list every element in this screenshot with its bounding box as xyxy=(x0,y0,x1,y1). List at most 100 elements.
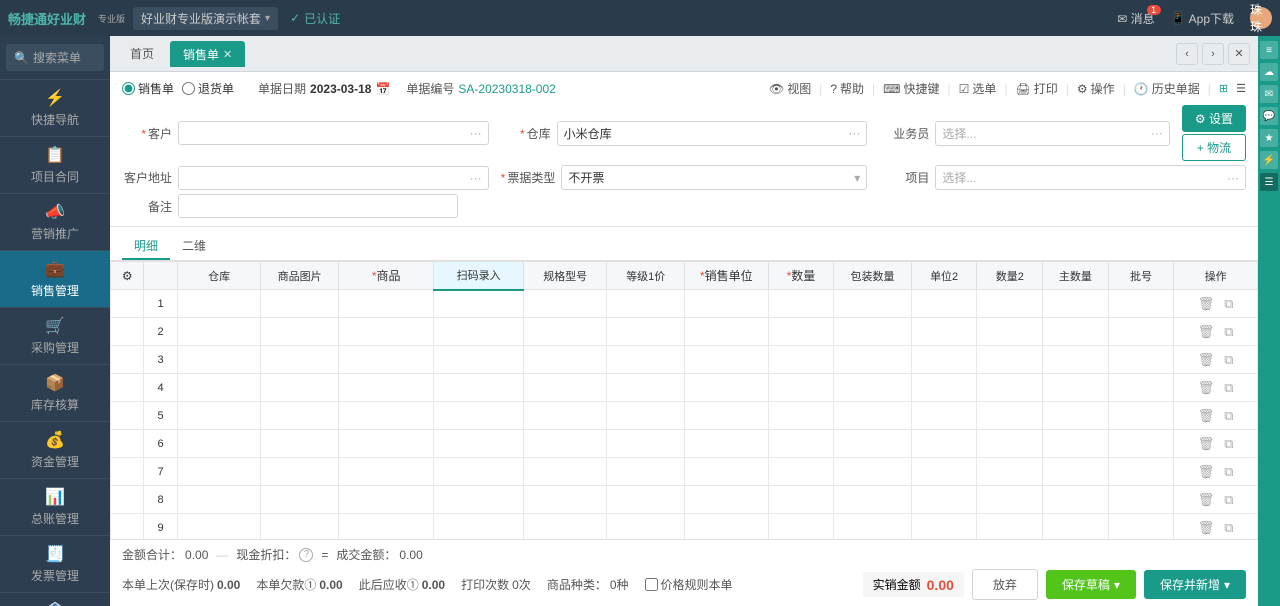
row-delete-button[interactable]: 🗑 xyxy=(1195,519,1218,537)
shortcut-button[interactable]: ⌨ 快捷键 xyxy=(883,80,939,97)
sidebar-item-purchase[interactable]: 🛒 采购管理 xyxy=(0,308,110,365)
row-batch[interactable] xyxy=(1108,458,1174,486)
sidebar-item-marketing[interactable]: 📣 营销推广 xyxy=(0,194,110,251)
right-panel-btn-6[interactable]: ⚡ xyxy=(1260,151,1278,169)
right-panel-btn-4[interactable]: 💬 xyxy=(1260,107,1278,125)
tab-close-button[interactable]: ✕ xyxy=(223,48,232,61)
row-unit2[interactable] xyxy=(911,514,977,540)
row-delete-button[interactable]: 🗑 xyxy=(1195,491,1218,509)
sidebar-item-invoice[interactable]: 🧾 发票管理 xyxy=(0,536,110,593)
row-copy-button[interactable]: ⧉ xyxy=(1221,323,1236,341)
sidebar-item-quick-nav[interactable]: ⚡ 快捷导航 xyxy=(0,80,110,137)
row-qty[interactable] xyxy=(768,346,834,374)
row-price1[interactable] xyxy=(607,458,685,486)
row-scan[interactable] xyxy=(434,430,524,458)
row-scan[interactable] xyxy=(434,318,524,346)
row-batch[interactable] xyxy=(1108,346,1174,374)
row-unit2[interactable] xyxy=(911,402,977,430)
row-qty[interactable] xyxy=(768,402,834,430)
price-check-input[interactable] xyxy=(645,578,658,591)
operation-button[interactable]: ⚙ 操作 xyxy=(1077,80,1115,97)
row-goods[interactable] xyxy=(338,318,433,346)
sidebar-item-project[interactable]: 📋 项目合同 xyxy=(0,137,110,194)
question-icon[interactable]: ? xyxy=(299,548,313,562)
row-copy-button[interactable]: ⧉ xyxy=(1221,491,1236,509)
row-price1[interactable] xyxy=(607,346,685,374)
row-unit2[interactable] xyxy=(911,318,977,346)
sidebar-item-capital[interactable]: 💰 资金管理 xyxy=(0,422,110,479)
row-unit[interactable] xyxy=(685,374,769,402)
save-draft-arrow[interactable]: ▾ xyxy=(1114,578,1120,592)
row-qty[interactable] xyxy=(768,458,834,486)
row-goods[interactable] xyxy=(338,402,433,430)
row-warehouse[interactable] xyxy=(177,514,261,540)
warehouse-input[interactable]: 小米仓库 ··· xyxy=(557,121,868,146)
view-button[interactable]: 👁 视图 xyxy=(769,80,811,97)
row-delete-button[interactable]: 🗑 xyxy=(1195,435,1218,453)
row-price1[interactable] xyxy=(607,374,685,402)
row-spec[interactable] xyxy=(523,318,607,346)
company-selector[interactable]: 好业财专业版演示帐套 ▾ xyxy=(133,7,278,30)
calendar-icon[interactable]: 📅 xyxy=(375,82,390,96)
row-image[interactable] xyxy=(261,374,339,402)
row-copy-button[interactable]: ⧉ xyxy=(1221,435,1236,453)
row-warehouse[interactable] xyxy=(177,374,261,402)
row-batch[interactable] xyxy=(1108,374,1174,402)
row-price1[interactable] xyxy=(607,486,685,514)
row-warehouse[interactable] xyxy=(177,290,261,318)
row-qty2[interactable] xyxy=(977,318,1043,346)
row-copy-button[interactable]: ⧉ xyxy=(1221,519,1236,537)
row-scan[interactable] xyxy=(434,374,524,402)
row-unit[interactable] xyxy=(685,290,769,318)
user-menu[interactable]: 珠珠 xyxy=(1250,7,1272,29)
project-input[interactable]: 选择... ··· xyxy=(935,165,1246,190)
goods-button[interactable]: + 物流 xyxy=(1182,134,1246,161)
row-image[interactable] xyxy=(261,402,339,430)
sidebar-item-tax[interactable]: 🏦 税务管理 xyxy=(0,593,110,606)
row-qty[interactable] xyxy=(768,318,834,346)
remark-input[interactable] xyxy=(178,194,458,218)
grid-view-button[interactable]: ⊞ xyxy=(1219,82,1228,95)
row-copy-button[interactable]: ⧉ xyxy=(1221,295,1236,313)
row-qty2[interactable] xyxy=(977,374,1043,402)
save-new-button[interactable]: 保存并新增 ▾ xyxy=(1144,570,1246,599)
tab-detail[interactable]: 明细 xyxy=(122,233,170,260)
row-image[interactable] xyxy=(261,346,339,374)
save-draft-button[interactable]: 保存草稿 ▾ xyxy=(1046,570,1136,599)
row-unit2[interactable] xyxy=(911,374,977,402)
row-main-qty[interactable] xyxy=(1043,430,1109,458)
row-image[interactable] xyxy=(261,486,339,514)
row-batch[interactable] xyxy=(1108,290,1174,318)
row-warehouse[interactable] xyxy=(177,430,261,458)
row-goods[interactable] xyxy=(338,458,433,486)
radio-sale[interactable]: 销售单 xyxy=(122,80,174,97)
right-panel-btn-2[interactable]: ☁ xyxy=(1260,63,1278,81)
address-input[interactable]: ··· xyxy=(178,166,489,190)
row-unit2[interactable] xyxy=(911,458,977,486)
row-main-qty[interactable] xyxy=(1043,402,1109,430)
right-panel-btn-1[interactable]: ≡ xyxy=(1260,41,1278,59)
row-unit2[interactable] xyxy=(911,486,977,514)
row-unit2[interactable] xyxy=(911,346,977,374)
row-pack-qty[interactable] xyxy=(834,346,912,374)
row-price1[interactable] xyxy=(607,402,685,430)
row-main-qty[interactable] xyxy=(1043,374,1109,402)
row-image[interactable] xyxy=(261,318,339,346)
row-spec[interactable] xyxy=(523,430,607,458)
row-goods[interactable] xyxy=(338,514,433,540)
tab-close-all-button[interactable]: ✕ xyxy=(1228,43,1250,65)
radio-sale-input[interactable] xyxy=(122,82,135,95)
row-price1[interactable] xyxy=(607,290,685,318)
warehouse-dots[interactable]: ··· xyxy=(848,126,860,140)
message-button[interactable]: ✉ 1 消息 xyxy=(1117,10,1154,27)
row-main-qty[interactable] xyxy=(1043,458,1109,486)
row-scan[interactable] xyxy=(434,514,524,540)
row-price1[interactable] xyxy=(607,430,685,458)
project-dots[interactable]: ··· xyxy=(1227,171,1239,185)
row-spec[interactable] xyxy=(523,346,607,374)
row-unit2[interactable] xyxy=(911,430,977,458)
row-qty2[interactable] xyxy=(977,402,1043,430)
row-pack-qty[interactable] xyxy=(834,290,912,318)
row-pack-qty[interactable] xyxy=(834,318,912,346)
row-batch[interactable] xyxy=(1108,430,1174,458)
